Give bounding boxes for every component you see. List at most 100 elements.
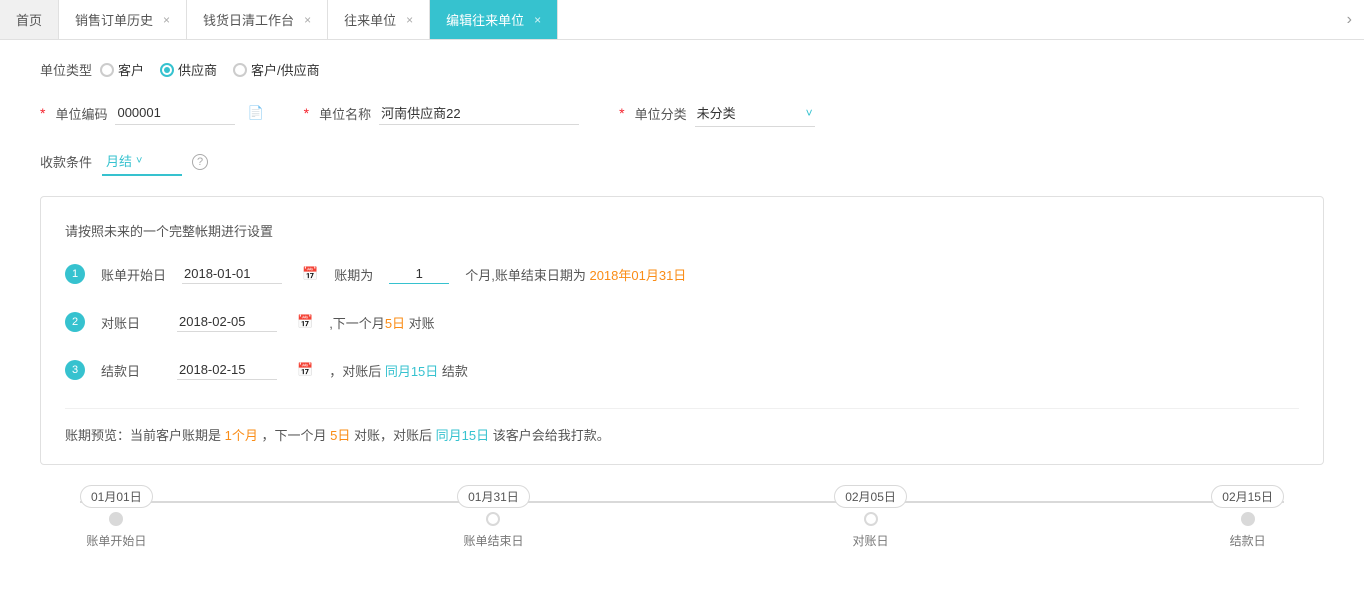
unit-code-input[interactable] <box>115 101 235 125</box>
timeline-label-3: 结款日 <box>1230 532 1266 549</box>
unit-category-label: 单位分类 <box>635 104 687 123</box>
tab-partner-close[interactable]: × <box>406 13 413 27</box>
radio-customer-label: 客户 <box>118 60 144 79</box>
help-icon-label: ? <box>197 156 203 168</box>
payment-row: 收款条件 月结 ˅ ? <box>40 147 1324 176</box>
preview-mid1: ，下一个月 <box>262 428 327 443</box>
period-highlight-1: 2018年01月31日 <box>589 268 686 283</box>
tab-home-label: 首页 <box>16 10 42 29</box>
tab-edit-partner[interactable]: 编辑往来单位 × <box>430 0 558 39</box>
period-box: 请按照未来的一个完整帐期进行设置 1 账单开始日 📅 账期为 个月,账单结束日期… <box>40 196 1324 465</box>
radio-both-label: 客户/供应商 <box>251 60 320 79</box>
period-field-label-1: 账单开始日 <box>101 265 166 284</box>
preview-part3: 同月15日 <box>436 428 489 443</box>
period-row-1: 1 账单开始日 📅 账期为 个月,账单结束日期为 2018年01月31日 <box>65 264 1299 284</box>
timeline-node-2: 02月05日 对账日 <box>834 485 907 549</box>
period-num-3: 3 <box>65 360 85 380</box>
unit-category-group: * 单位分类 未分类 ˅ <box>619 99 814 127</box>
unit-name-label: 单位名称 <box>319 104 371 123</box>
period-cal-icon-1[interactable]: 📅 <box>302 266 318 282</box>
preview-mid2: 对账，对账后 <box>354 428 432 443</box>
preview-suffix: 该客户会给我打款。 <box>493 428 610 443</box>
unit-type-label: 单位类型 <box>40 60 92 79</box>
period-highlight-2: 5日 <box>385 316 405 331</box>
period-cal-icon-2[interactable]: 📅 <box>297 314 313 330</box>
unit-code-group: * 单位编码 📄 <box>40 101 264 125</box>
timeline-badge-0: 01月01日 <box>80 485 153 508</box>
radio-customer[interactable]: 客户 <box>100 60 144 79</box>
unit-name-input[interactable] <box>379 101 579 125</box>
payment-select[interactable]: 月结 ˅ <box>102 147 182 176</box>
period-row-3: 3 结款日 📅 ，对账后 同月15日 结款 <box>65 360 1299 380</box>
unit-category-arrow: ˅ <box>806 106 813 120</box>
payment-select-arrow: ˅ <box>136 155 142 167</box>
unit-category-required: * <box>619 105 624 121</box>
period-field-label-3: 结款日 <box>101 361 161 380</box>
tab-home[interactable]: 首页 <box>0 0 59 39</box>
timeline-label-0: 账单开始日 <box>86 532 146 549</box>
period-date-input-2[interactable] <box>177 312 277 332</box>
period-cal-icon-3[interactable]: 📅 <box>297 362 313 378</box>
timeline-node-3: 02月15日 结款日 <box>1211 485 1284 549</box>
timeline-dot-3 <box>1241 512 1255 526</box>
radio-both[interactable]: 客户/供应商 <box>233 60 320 79</box>
period-row-2: 2 对账日 📅 ,下一个月5日 对账 <box>65 312 1299 332</box>
tab-partner-label: 往来单位 <box>344 10 396 29</box>
unit-code-required: * <box>40 105 45 121</box>
period-desc-3: ，对账后 同月15日 结款 <box>329 361 468 380</box>
payment-select-value: 月结 <box>106 151 132 170</box>
timeline-badge-2: 02月05日 <box>834 485 907 508</box>
radio-supplier-label: 供应商 <box>178 60 217 79</box>
tab-cash-flow-close[interactable]: × <box>304 13 311 27</box>
tab-partner[interactable]: 往来单位 × <box>328 0 430 39</box>
tab-sales-history-close[interactable]: × <box>163 13 170 27</box>
radio-supplier[interactable]: 供应商 <box>160 60 217 79</box>
timeline-dot-2 <box>864 512 878 526</box>
unit-code-label: 单位编码 <box>55 104 107 123</box>
timeline-nodes-wrap: 01月01日 账单开始日 01月31日 账单结束日 02月05日 对账日 02月… <box>40 485 1324 549</box>
unit-type-group: 单位类型 客户 供应商 客户/供应商 <box>40 60 320 79</box>
tab-bar: 首页 销售订单历史 × 钱货日清工作台 × 往来单位 × 编辑往来单位 × › <box>0 0 1364 40</box>
tab-edit-partner-close[interactable]: × <box>534 13 541 27</box>
tab-cash-flow-label: 钱货日清工作台 <box>203 10 294 29</box>
payment-help-icon[interactable]: ? <box>192 154 208 170</box>
unit-type-radio-group: 客户 供应商 客户/供应商 <box>100 60 320 79</box>
main-content: 单位类型 客户 供应商 客户/供应商 * 单位编码 <box>0 40 1364 608</box>
unit-name-group: * 单位名称 <box>304 101 579 125</box>
period-desc-prefix-1: 账期为 <box>334 265 373 284</box>
radio-supplier-circle <box>160 63 174 77</box>
tab-edit-partner-label: 编辑往来单位 <box>446 10 524 29</box>
period-num-1: 1 <box>65 264 85 284</box>
period-date-input-1[interactable] <box>182 264 282 284</box>
unit-type-row: 单位类型 客户 供应商 客户/供应商 <box>40 60 1324 79</box>
timeline-dot-0 <box>109 512 123 526</box>
period-field-label-2: 对账日 <box>101 313 161 332</box>
period-desc-2: ,下一个月5日 对账 <box>329 313 434 332</box>
timeline-node-1: 01月31日 账单结束日 <box>457 485 530 549</box>
timeline-track: 01月01日 账单开始日 01月31日 账单结束日 02月05日 对账日 02月… <box>40 485 1324 549</box>
preview-part2: 5日 <box>330 428 350 443</box>
period-num-input-1[interactable] <box>389 264 449 284</box>
radio-both-circle <box>233 63 247 77</box>
period-title: 请按照未来的一个完整帐期进行设置 <box>65 221 1299 240</box>
unit-name-required: * <box>304 105 309 121</box>
timeline-label-1: 账单结束日 <box>463 532 523 549</box>
tab-sales-history[interactable]: 销售订单历史 × <box>59 0 187 39</box>
preview-row: 账期预览：当前客户账期是 1个月 ，下一个月 5日 对账，对账后 同月15日 该… <box>65 408 1299 444</box>
timeline-label-2: 对账日 <box>853 532 889 549</box>
payment-label: 收款条件 <box>40 152 92 171</box>
timeline-dot-1 <box>486 512 500 526</box>
unit-info-row: * 单位编码 📄 * 单位名称 * 单位分类 未分类 ˅ <box>40 99 1324 127</box>
preview-part1: 1个月 <box>225 428 258 443</box>
unit-category-select[interactable]: 未分类 ˅ <box>695 99 815 127</box>
period-num-2: 2 <box>65 312 85 332</box>
preview-prefix: 账期预览：当前客户账期是 <box>65 428 221 443</box>
timeline-section: 01月01日 账单开始日 01月31日 账单结束日 02月05日 对账日 02月… <box>40 485 1324 549</box>
timeline-badge-3: 02月15日 <box>1211 485 1284 508</box>
tab-more-arrow[interactable]: › <box>1335 0 1364 39</box>
unit-category-value: 未分类 <box>697 103 802 122</box>
radio-customer-circle <box>100 63 114 77</box>
tab-cash-flow[interactable]: 钱货日清工作台 × <box>187 0 328 39</box>
unit-code-icon[interactable]: 📄 <box>247 105 263 121</box>
period-date-input-3[interactable] <box>177 360 277 380</box>
